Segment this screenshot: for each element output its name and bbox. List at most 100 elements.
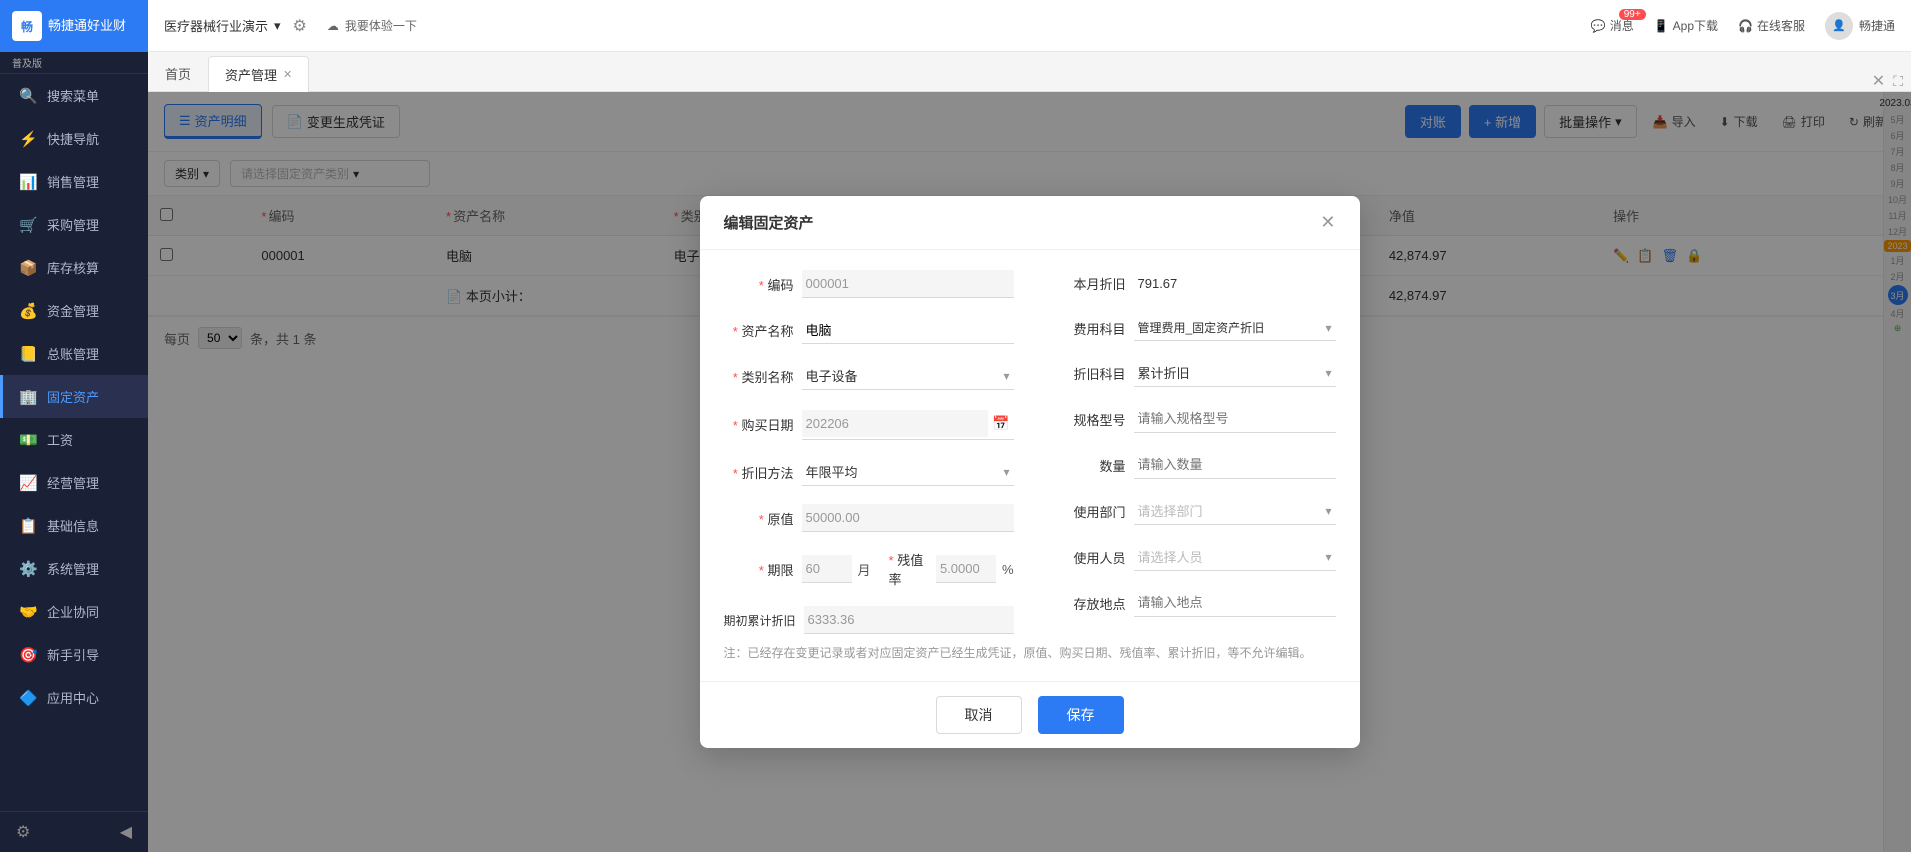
spec-input[interactable] — [1134, 405, 1336, 433]
sidebar-item-inventory[interactable]: 📦 库存核算 — [0, 246, 148, 289]
chevron-down-icon: ▾ — [1003, 465, 1009, 479]
tab-asset-mgmt-label: 资产管理 — [225, 65, 277, 84]
sidebar-item-label: 工资 — [47, 430, 73, 449]
tab-close-icon[interactable]: ✕ — [283, 68, 292, 81]
window-close-icon[interactable]: ✕ — [1872, 71, 1885, 91]
sidebar-item-sales[interactable]: 📊 销售管理 — [0, 160, 148, 203]
modal-note: 注：已经存在变更记录或者对应固定资产已经生成凭证，原值、购买日期、残值率、累计折… — [724, 634, 1336, 661]
settings-button[interactable]: ⚙ — [293, 16, 307, 36]
modal-overlay: 编辑固定资产 ✕ * 编码 — [148, 92, 1911, 852]
depreciation-method-select[interactable]: 年限平均 ▾ — [802, 458, 1014, 486]
fixed-assets-icon: 🏢 — [19, 388, 37, 406]
form-row-original-value: * 原值 — [724, 504, 1014, 532]
online-service-label: 在线客服 — [1757, 17, 1805, 34]
sidebar-logo: 畅 畅捷通好业财 — [0, 0, 148, 52]
calendar-icon: 📅 — [988, 415, 1013, 432]
cancel-button[interactable]: 取消 — [936, 696, 1022, 734]
form-row-depreciation-subject: 折旧科目 累计折旧 ▾ — [1046, 359, 1336, 387]
form-left: * 编码 * 资产名称 — [724, 270, 1014, 634]
user-select[interactable]: 请选择人员 ▾ — [1134, 543, 1336, 571]
logo-text: 畅捷通好业财 — [48, 18, 126, 35]
app-download-label: App下载 — [1673, 17, 1718, 34]
quantity-input[interactable] — [1134, 451, 1336, 479]
tab-asset-mgmt[interactable]: 资产管理 ✕ — [208, 56, 309, 92]
message-badge: 99+ — [1619, 9, 1646, 20]
sales-icon: 📊 — [19, 173, 37, 191]
sidebar-item-fixed-assets[interactable]: 🏢 固定资产 — [0, 375, 148, 418]
department-label: 使用部门 — [1046, 502, 1126, 521]
sidebar-item-search[interactable]: 🔍 搜索菜单 — [0, 74, 148, 117]
form-row-current-month: 本月折旧 791.67 — [1046, 270, 1336, 297]
form-right: 本月折旧 791.67 费用科目 管理费用_固定资产折旧 — [1046, 270, 1336, 634]
online-service-btn[interactable]: 🎧 在线客服 — [1738, 17, 1805, 34]
sidebar-item-finance[interactable]: 💰 资金管理 — [0, 289, 148, 332]
message-btn[interactable]: 💬 消息 99+ — [1591, 17, 1634, 34]
code-input[interactable] — [802, 270, 1014, 298]
search-icon: 🔍 — [19, 87, 37, 105]
form-row-period: * 期限 月 * 残值率 — [724, 550, 1014, 588]
sidebar-item-ledger[interactable]: 📒 总账管理 — [0, 332, 148, 375]
settings-icon[interactable]: ⚙ — [16, 822, 30, 842]
tab-home-label: 首页 — [165, 64, 191, 83]
sidebar-item-basic-info[interactable]: 📋 基础信息 — [0, 504, 148, 547]
quick-nav-icon: ⚡ — [19, 130, 37, 148]
user-menu[interactable]: 👤 畅捷通 — [1825, 12, 1895, 40]
sidebar-item-label: 总账管理 — [47, 344, 99, 363]
location-input[interactable] — [1134, 589, 1336, 617]
form-row-category: * 类别名称 电子设备 ▾ — [724, 362, 1014, 390]
company-selector[interactable]: 医疗器械行业演示 ▾ — [164, 16, 281, 35]
modal-title: 编辑固定资产 — [724, 212, 814, 233]
save-button[interactable]: 保存 — [1038, 696, 1124, 734]
department-select[interactable]: 请选择部门 ▾ — [1134, 497, 1336, 525]
logo-icon: 畅 — [12, 11, 42, 41]
category-label: * 类别名称 — [724, 367, 794, 386]
original-value-input[interactable] — [802, 504, 1014, 532]
sidebar-item-app-center[interactable]: 🔷 应用中心 — [0, 676, 148, 719]
depreciation-method-label: * 折旧方法 — [724, 463, 794, 482]
modal-close-btn[interactable]: ✕ — [1320, 212, 1335, 233]
experience-text: 我要体验一下 — [345, 17, 417, 34]
sidebar-bottom: ⚙ ◀ — [0, 811, 148, 852]
purchase-date-input[interactable]: 📅 — [802, 408, 1014, 440]
form-row-user: 使用人员 请选择人员 ▾ — [1046, 543, 1336, 571]
period-input[interactable] — [802, 555, 852, 583]
chevron-down-icon: ▾ — [1325, 366, 1331, 380]
sidebar-item-operations[interactable]: 📈 经营管理 — [0, 461, 148, 504]
sidebar-item-guide[interactable]: 🎯 新手引导 — [0, 633, 148, 676]
period-label: * 期限 — [724, 560, 794, 579]
operations-icon: 📈 — [19, 474, 37, 492]
experience-btn[interactable]: ☁ 我要体验一下 — [327, 17, 417, 34]
sidebar-item-label: 经营管理 — [47, 473, 99, 492]
chevron-down-icon: ▾ — [274, 18, 281, 34]
period-accumulated-input[interactable] — [804, 606, 1014, 634]
tab-home[interactable]: 首页 — [148, 55, 208, 91]
sidebar-item-system[interactable]: ⚙️ 系统管理 — [0, 547, 148, 590]
period-accumulated-label: 期初累计折旧 — [724, 612, 796, 629]
sidebar-item-purchase[interactable]: 🛒 采购管理 — [0, 203, 148, 246]
app-download-btn[interactable]: 📱 App下载 — [1654, 17, 1718, 34]
name-input[interactable] — [802, 316, 1014, 344]
sidebar-item-label: 搜索菜单 — [47, 86, 99, 105]
sidebar-item-salary[interactable]: 💵 工资 — [0, 418, 148, 461]
depreciation-subject-select[interactable]: 累计折旧 ▾ — [1134, 359, 1336, 387]
cloud-icon: ☁ — [327, 19, 339, 33]
category-select[interactable]: 电子设备 ▾ — [802, 362, 1014, 390]
residual-rate-input[interactable] — [936, 555, 996, 583]
enterprise-icon: 🤝 — [19, 603, 37, 621]
residual-unit: % — [1002, 562, 1014, 577]
form-row-depreciation-method: * 折旧方法 年限平均 ▾ — [724, 458, 1014, 486]
name-label: * 资产名称 — [724, 321, 794, 340]
finance-icon: 💰 — [19, 302, 37, 320]
main-content: 医疗器械行业演示 ▾ ⚙ ☁ 我要体验一下 💬 消息 99+ 📱 App下载 🎧… — [148, 0, 1911, 852]
sidebar-item-quick-nav[interactable]: ⚡ 快捷导航 — [0, 117, 148, 160]
sidebar-item-label: 应用中心 — [47, 688, 99, 707]
modal-footer: 取消 保存 — [700, 681, 1360, 748]
avatar: 👤 — [1825, 12, 1853, 40]
expense-subject-select[interactable]: 管理费用_固定资产折旧 ▾ — [1134, 315, 1336, 341]
window-maximize-icon[interactable]: ⛶ — [1893, 73, 1903, 90]
chevron-down-icon: ▾ — [1003, 369, 1009, 383]
collapse-icon[interactable]: ◀ — [120, 822, 132, 842]
sidebar-item-enterprise[interactable]: 🤝 企业协同 — [0, 590, 148, 633]
period-unit: 月 — [858, 560, 871, 579]
date-value-input[interactable] — [802, 410, 989, 437]
